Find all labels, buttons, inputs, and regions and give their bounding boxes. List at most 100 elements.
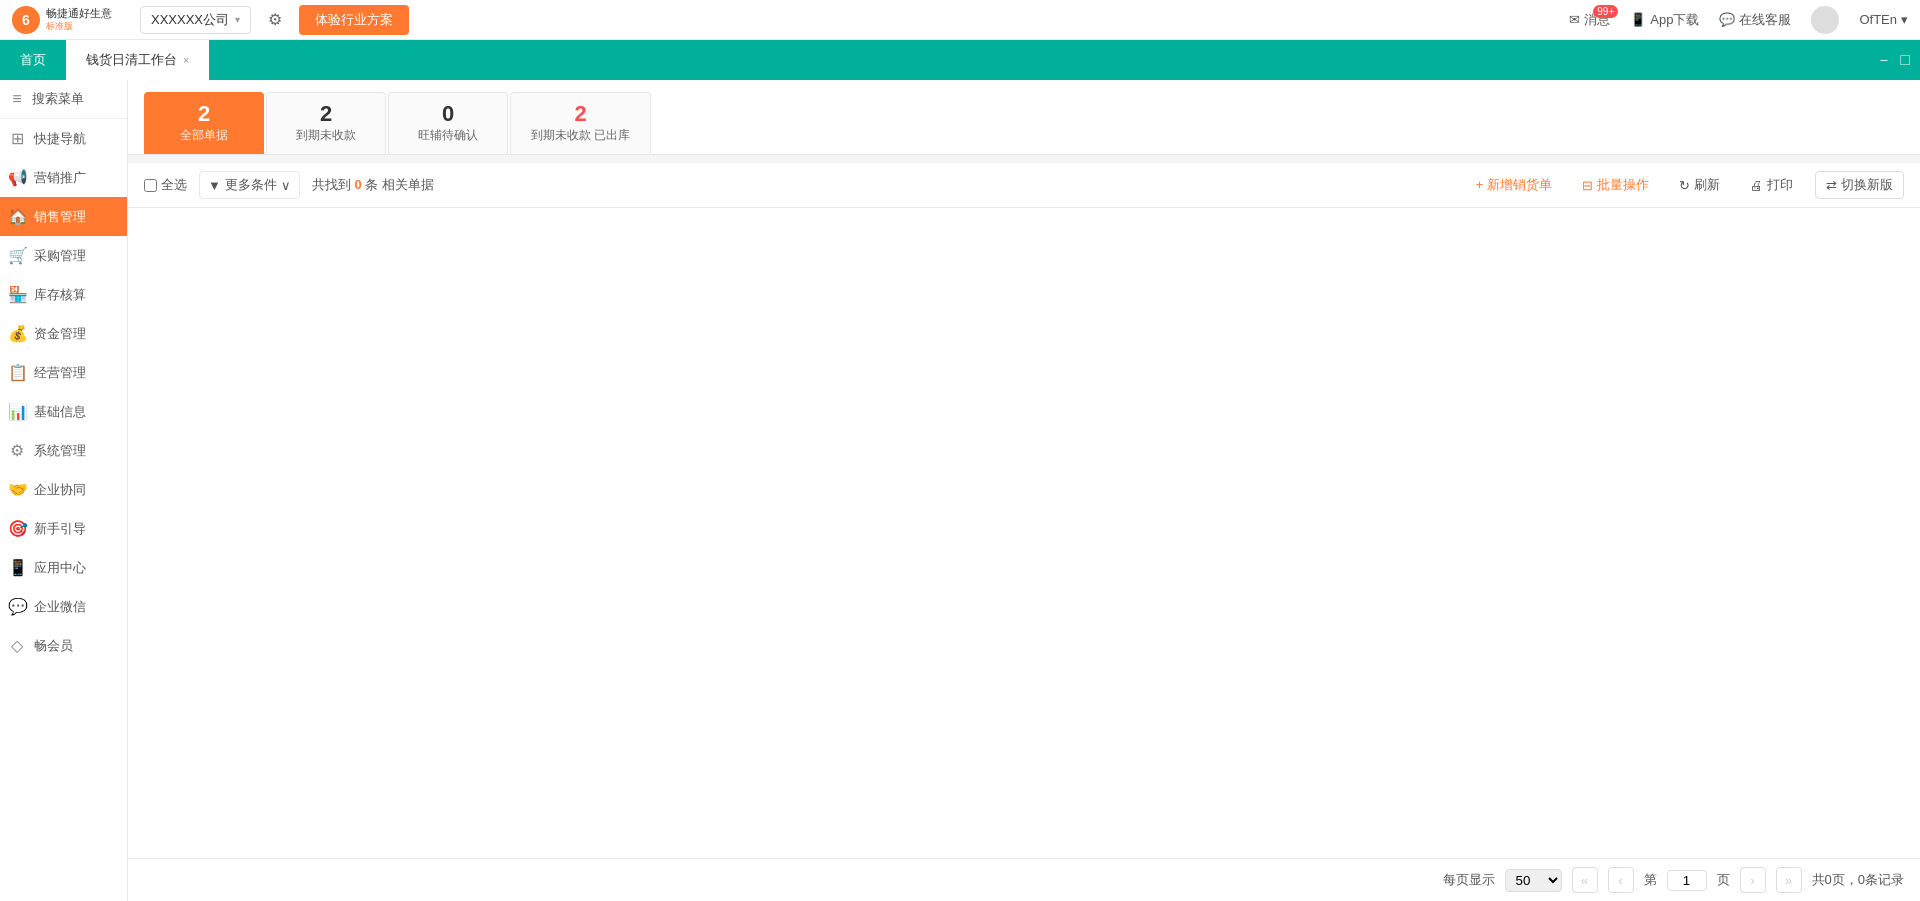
switch-label: 切换新版 (1841, 176, 1893, 194)
logo-area: 6 畅捷通好生意 标准版 (12, 6, 140, 34)
batch-operation-button[interactable]: ⊟ 批量操作 (1574, 172, 1657, 198)
sidebar-item-label: 新手引导 (34, 520, 86, 538)
sidebar-item-inventory[interactable]: 🏪 库存核算 (0, 275, 127, 314)
table-area (128, 208, 1920, 858)
sidebar-item-label: 快捷导航 (34, 130, 86, 148)
filter-label: 更多条件 (225, 176, 277, 194)
sidebar-item-label: 畅会员 (34, 637, 73, 655)
service-icon: 💬 (1719, 12, 1735, 27)
select-all-input[interactable] (144, 179, 157, 192)
finance-icon: 💰 (8, 324, 26, 343)
message-badge: 99+ (1593, 5, 1618, 18)
last-page-icon: » (1785, 873, 1792, 888)
summary-tab-all[interactable]: 2 全部单据 (144, 92, 264, 154)
sidebar-search-label: 搜索菜单 (32, 90, 84, 108)
batch-label: 批量操作 (1597, 176, 1649, 194)
filter-button[interactable]: ▼ 更多条件 ∨ (199, 171, 300, 199)
user-name[interactable]: OfTEn ▾ (1859, 12, 1908, 27)
page-size-select[interactable]: 50 10 20 100 (1505, 869, 1562, 892)
manage-icon: 📋 (8, 363, 26, 382)
switch-version-button[interactable]: ⇄ 切换新版 (1815, 171, 1904, 199)
sidebar-item-wechat[interactable]: 💬 企业微信 (0, 587, 127, 626)
sidebar-item-label: 经营管理 (34, 364, 86, 382)
settings-button[interactable]: ⚙ (259, 4, 291, 36)
first-page-button[interactable]: « (1572, 867, 1598, 893)
next-page-button[interactable]: › (1740, 867, 1766, 893)
member-icon: ◇ (8, 636, 26, 655)
select-all-label: 全选 (161, 176, 187, 194)
filter-dropdown-icon: ∨ (281, 178, 291, 193)
summary-tab-os-label: 到期未收款 已出库 (531, 128, 630, 142)
found-count: 0 (355, 177, 362, 192)
page-input[interactable] (1667, 870, 1707, 891)
summary-tab-overdue-shipped[interactable]: 2 到期未收款 已出库 (510, 92, 651, 154)
print-label: 打印 (1767, 176, 1793, 194)
message-icon: ✉ (1569, 12, 1580, 27)
prev-page-button[interactable]: ‹ (1608, 867, 1634, 893)
summary-tab-overdue-num: 2 (287, 101, 365, 127)
message-button[interactable]: ✉ 消息 99+ (1569, 11, 1610, 29)
print-button[interactable]: 🖨 打印 (1742, 172, 1801, 198)
sidebar-item-marketing[interactable]: 📢 营销推广 (0, 158, 127, 197)
last-page-button[interactable]: » (1776, 867, 1802, 893)
sidebar-item-finance[interactable]: 💰 资金管理 (0, 314, 127, 353)
trial-button[interactable]: 体验行业方案 (299, 5, 409, 35)
first-page-icon: « (1581, 873, 1588, 888)
summary-tab-all-num: 2 (165, 101, 243, 127)
sidebar-search[interactable]: ≡ 搜索菜单 (0, 80, 127, 119)
add-sales-order-button[interactable]: + 新增销货单 (1468, 172, 1560, 198)
toolbar-right: + 新增销货单 ⊟ 批量操作 ↻ 刷新 🖨 打印 ⇄ 切换新版 (1468, 171, 1904, 199)
sidebar-item-system[interactable]: ⚙ 系统管理 (0, 431, 127, 470)
page-size-label: 每页显示 (1443, 871, 1495, 889)
company-name: XXXXXX公司 (151, 11, 229, 29)
sidebar-item-sales[interactable]: 🏠 销售管理 (0, 197, 127, 236)
tab-work-bench[interactable]: 钱货日清工作台 × (66, 40, 209, 80)
sidebar: ≡ 搜索菜单 ⊞ 快捷导航 📢 营销推广 🏠 销售管理 🛒 采购管理 🏪 库存核… (0, 80, 128, 901)
refresh-label: 刷新 (1694, 176, 1720, 194)
next-page-icon: › (1750, 873, 1754, 888)
user-text: OfTEn (1859, 12, 1897, 27)
avatar[interactable] (1811, 6, 1839, 34)
tab-close-icon[interactable]: × (183, 54, 189, 66)
pagination: 每页显示 50 10 20 100 « ‹ 第 页 › » 共0页，0条记录 (128, 858, 1920, 901)
app-download-label: App下载 (1650, 11, 1699, 29)
sidebar-item-quick-nav[interactable]: ⊞ 快捷导航 (0, 119, 127, 158)
summary-tab-pending[interactable]: 0 旺辅待确认 (388, 92, 508, 154)
tab-minimize-icon[interactable]: － (1876, 50, 1892, 71)
main-layout: ≡ 搜索菜单 ⊞ 快捷导航 📢 营销推广 🏠 销售管理 🛒 采购管理 🏪 库存核… (0, 80, 1920, 901)
sidebar-item-label: 企业协同 (34, 481, 86, 499)
tab-workbench-label: 钱货日清工作台 (86, 51, 177, 69)
tab-home[interactable]: 首页 (0, 40, 66, 80)
sidebar-item-app[interactable]: 📱 应用中心 (0, 548, 127, 587)
refresh-button[interactable]: ↻ 刷新 (1671, 172, 1728, 198)
tab-maximize-icon[interactable]: □ (1900, 51, 1910, 69)
guide-icon: 🎯 (8, 519, 26, 538)
base-icon: 📊 (8, 402, 26, 421)
company-selector[interactable]: XXXXXX公司 ▾ (140, 6, 251, 34)
prev-page-icon: ‹ (1618, 873, 1622, 888)
corp-icon: 🤝 (8, 480, 26, 499)
page-label-end: 页 (1717, 871, 1730, 889)
switch-icon: ⇄ (1826, 178, 1837, 193)
sidebar-item-label: 采购管理 (34, 247, 86, 265)
wechat-icon: 💬 (8, 597, 26, 616)
select-all-checkbox[interactable]: 全选 (144, 176, 187, 194)
summary-tab-overdue[interactable]: 2 到期未收款 (266, 92, 386, 154)
online-service-button[interactable]: 💬 在线客服 (1719, 11, 1791, 29)
logo-text: 畅捷通好生意 标准版 (46, 6, 112, 33)
system-icon: ⚙ (8, 441, 26, 460)
top-bar: 6 畅捷通好生意 标准版 XXXXXX公司 ▾ ⚙ 体验行业方案 ✉ 消息 99… (0, 0, 1920, 40)
sidebar-item-manage[interactable]: 📋 经营管理 (0, 353, 127, 392)
sidebar-item-member[interactable]: ◇ 畅会员 (0, 626, 127, 665)
sidebar-item-label: 基础信息 (34, 403, 86, 421)
sidebar-item-corp[interactable]: 🤝 企业协同 (0, 470, 127, 509)
tab-home-label: 首页 (20, 51, 46, 69)
sidebar-item-label: 库存核算 (34, 286, 86, 304)
sidebar-item-purchase[interactable]: 🛒 采购管理 (0, 236, 127, 275)
sidebar-item-guide[interactable]: 🎯 新手引导 (0, 509, 127, 548)
app-icon: 📱 (8, 558, 26, 577)
refresh-icon: ↻ (1679, 178, 1690, 193)
sidebar-item-base[interactable]: 📊 基础信息 (0, 392, 127, 431)
app-download-button[interactable]: 📱 App下载 (1630, 11, 1699, 29)
quick-nav-icon: ⊞ (8, 129, 26, 148)
